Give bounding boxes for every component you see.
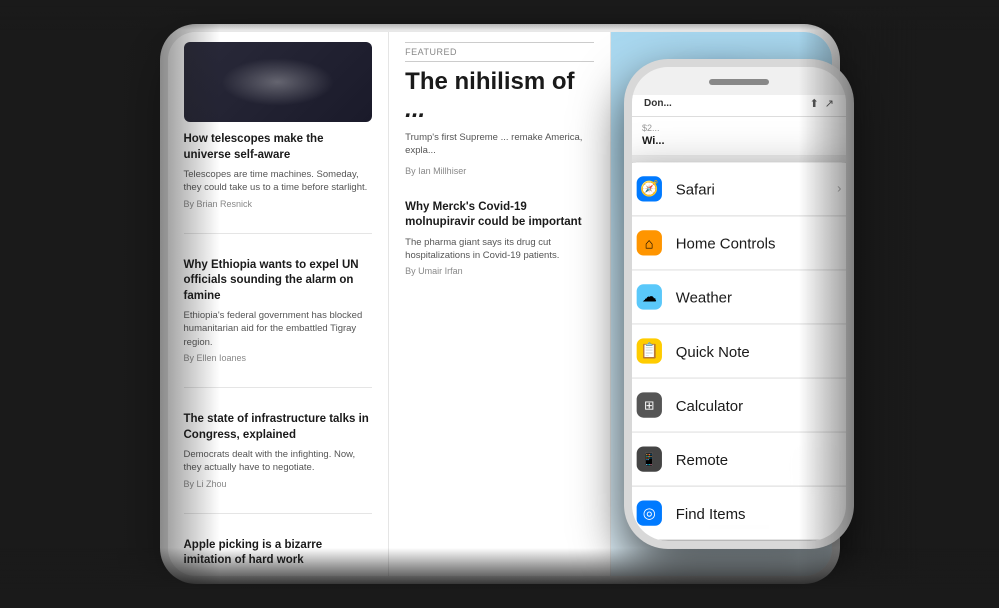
menu-item-left-calc: ⊞ Calculator — [637, 392, 743, 417]
featured-headline: The nihilism of ... — [405, 68, 594, 123]
menu-item-left-weather: ☁ Weather — [637, 284, 732, 309]
news-col-middle: FEATURED The nihilism of ... Trump's fir… — [389, 32, 611, 576]
scene: How telescopes make the universe self-aw… — [0, 0, 999, 608]
menu-item-label-find-items: Find Items — [676, 505, 746, 522]
remote-icon: 📱 — [637, 446, 662, 471]
safari-icon: 🧭 — [637, 176, 662, 201]
stars-visual — [221, 58, 334, 106]
menu-item-left-home: ⌂ Home Controls — [637, 230, 776, 255]
article-excerpt: The pharma giant says its drug cut hospi… — [405, 236, 594, 263]
menu-item-left-note: 📋 Quick Note — [637, 338, 750, 363]
menu-item-label-remote: Remote — [676, 450, 728, 467]
right-fade — [799, 0, 999, 608]
menu-item-left-remote: 📱 Remote — [637, 446, 728, 471]
list-item: FEATURED The nihilism of ... Trump's fir… — [405, 42, 594, 176]
calculator-icon: ⊞ — [637, 392, 662, 417]
quick-note-icon: 📋 — [637, 338, 662, 363]
top-fade — [0, 0, 999, 30]
menu-item-label-calculator: Calculator — [676, 396, 743, 413]
menu-item-left-find: ◎ Find Items — [637, 501, 746, 526]
weather-icon: ☁ — [637, 284, 662, 309]
phone-notch — [709, 79, 769, 85]
article-title: Why Merck's Covid-19 molnupiravir could … — [405, 200, 594, 231]
featured-byline: By Ian Millhiser — [405, 166, 594, 176]
phone-header-title: Don... — [644, 98, 672, 109]
list-item: Why Merck's Covid-19 molnupiravir could … — [405, 200, 594, 301]
article-label: FEATURED — [405, 42, 594, 62]
menu-item-label-quick-note: Quick Note — [676, 342, 750, 359]
menu-item-label-weather: Weather — [676, 288, 732, 305]
left-fade — [0, 0, 220, 608]
bottom-fade — [0, 548, 999, 608]
menu-item-left-safari: 🧭 Safari — [637, 176, 715, 201]
featured-excerpt: Trump's first Supreme ... remake America… — [405, 131, 594, 158]
article-byline: By Umair Irfan — [405, 266, 594, 276]
menu-item-label-home-controls: Home Controls — [676, 234, 776, 251]
menu-item-label-safari: Safari — [676, 180, 715, 197]
home-controls-icon: ⌂ — [637, 230, 662, 255]
find-items-icon: ◎ — [637, 501, 662, 526]
